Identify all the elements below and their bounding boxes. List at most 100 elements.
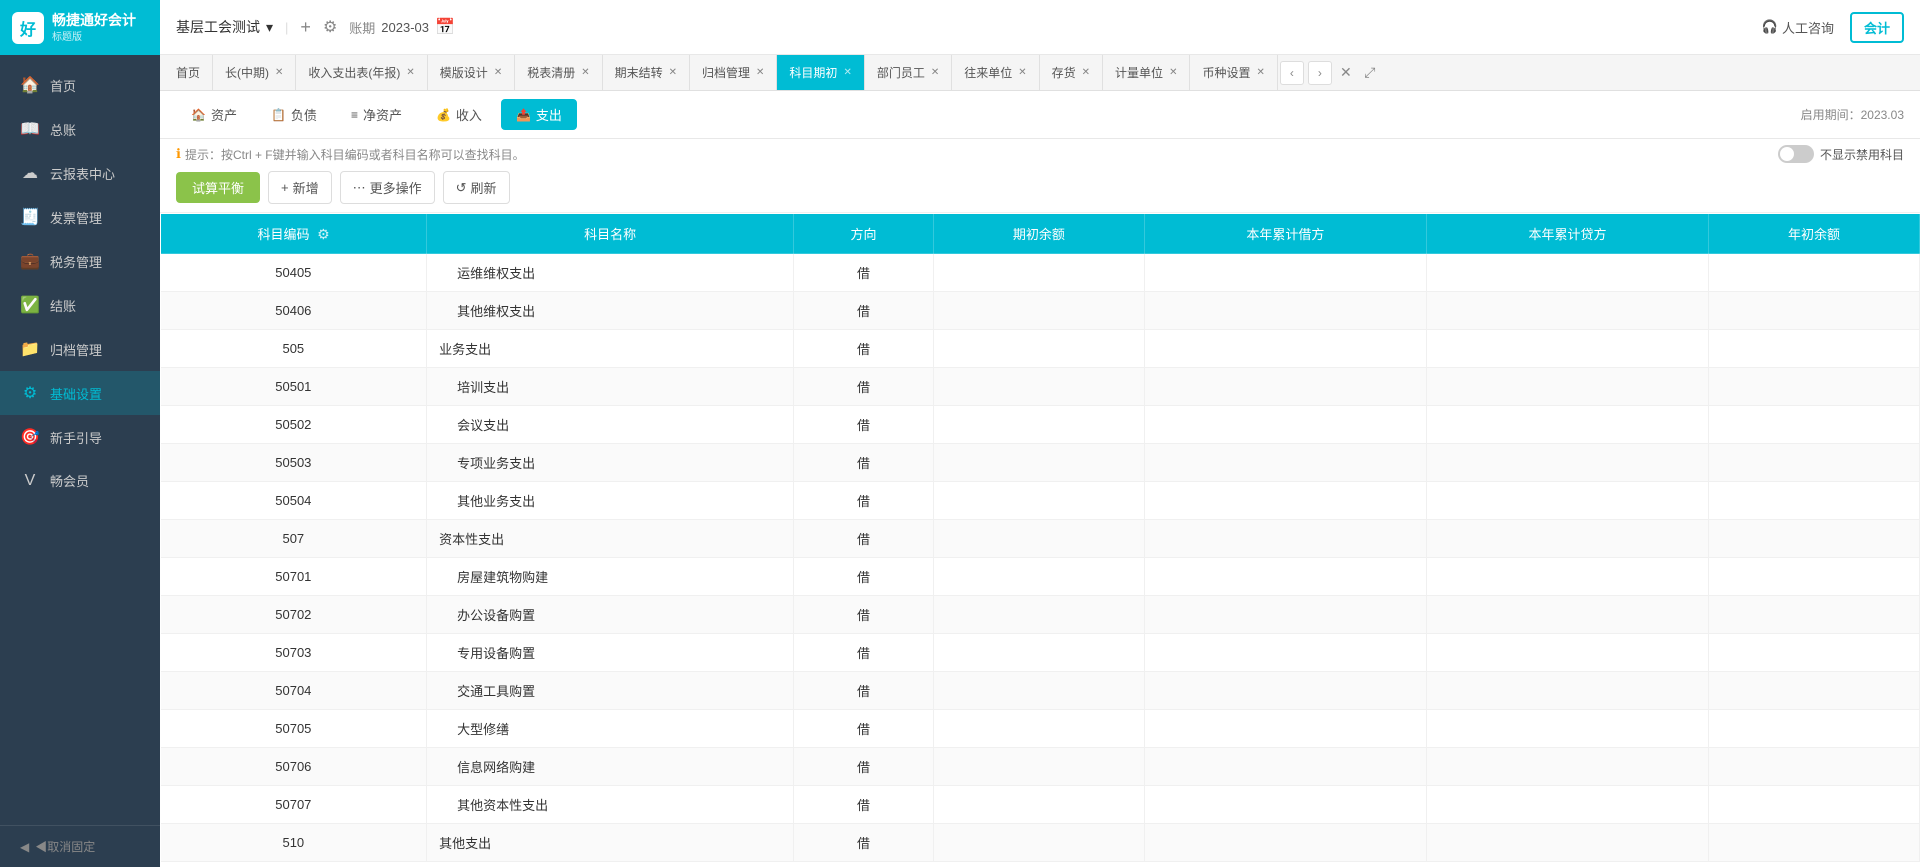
sidebar-item-发票管理[interactable]: 🧾发票管理 bbox=[0, 195, 160, 239]
account-button[interactable]: 会计 bbox=[1850, 12, 1904, 43]
refresh-button[interactable]: ↺ 刷新 bbox=[443, 171, 510, 204]
sidebar-footer[interactable]: ◀ ◀取消固定 bbox=[0, 825, 160, 867]
info-icon: ℹ bbox=[176, 146, 181, 162]
cell-code: 50702 bbox=[161, 596, 427, 634]
cell-year-debit bbox=[1144, 786, 1426, 824]
show-disabled-toggle[interactable] bbox=[1778, 145, 1814, 163]
subtab-净资产[interactable]: ≡净资产 bbox=[336, 99, 417, 130]
table-row[interactable]: 510 其他支出 借 bbox=[161, 824, 1920, 862]
tab-close-icon[interactable]: ✕ bbox=[1018, 67, 1026, 78]
table-header-row: 科目编码 ⚙ 科目名称 方向 期初余额 本年累计借方 本年累计贷方 年初余额 bbox=[161, 214, 1920, 254]
refresh-label: 刷新 bbox=[471, 178, 497, 197]
subtab-收入[interactable]: 💰收入 bbox=[421, 99, 497, 130]
tab-close-icon[interactable]: ✕ bbox=[1082, 67, 1090, 78]
cell-name: 其他维权支出 bbox=[427, 292, 794, 330]
expand-tabs-button[interactable]: ⤢ bbox=[1358, 61, 1382, 85]
cell-name: 资本性支出 bbox=[427, 520, 794, 558]
tab-长(中期)[interactable]: 长(中期)✕ bbox=[213, 55, 296, 91]
calendar-icon[interactable]: 📅 bbox=[435, 17, 455, 37]
tab-close-icon[interactable]: ✕ bbox=[406, 67, 414, 78]
tab-close-icon[interactable]: ✕ bbox=[581, 67, 589, 78]
table-row[interactable]: 50504 其他业务支出 借 bbox=[161, 482, 1920, 520]
content-area: 🏠资产📋负债≡净资产💰收入📤支出启用期间：2023.03 ℹ 提示：按Ctrl … bbox=[160, 91, 1920, 867]
table-row[interactable]: 50503 专项业务支出 借 bbox=[161, 444, 1920, 482]
cell-code: 50705 bbox=[161, 710, 427, 748]
sidebar-item-税务管理[interactable]: 💼税务管理 bbox=[0, 239, 160, 283]
cell-year-balance bbox=[1709, 748, 1920, 786]
table-row[interactable]: 50707 其他资本性支出 借 bbox=[161, 786, 1920, 824]
tab-close-icon[interactable]: ✕ bbox=[756, 67, 764, 78]
project-selector[interactable]: 基层工会测试 ▾ bbox=[176, 17, 273, 37]
tab-归档管理[interactable]: 归档管理✕ bbox=[690, 55, 777, 91]
cell-year-balance bbox=[1709, 596, 1920, 634]
cell-year-balance bbox=[1709, 444, 1920, 482]
subtab-支出[interactable]: 📤支出 bbox=[501, 99, 577, 130]
table-row[interactable]: 50701 房屋建筑物购建 借 bbox=[161, 558, 1920, 596]
table-row[interactable]: 507 资本性支出 借 bbox=[161, 520, 1920, 558]
tab-存货[interactable]: 存货✕ bbox=[1040, 55, 1103, 91]
tab-模版设计[interactable]: 模版设计✕ bbox=[428, 55, 515, 91]
close-all-tabs-button[interactable]: ✕ bbox=[1334, 61, 1358, 85]
tab-close-icon[interactable]: ✕ bbox=[931, 67, 939, 78]
cell-period-balance bbox=[933, 444, 1144, 482]
col-name: 科目名称 bbox=[427, 214, 794, 254]
cell-direction: 借 bbox=[794, 292, 934, 330]
sidebar-item-首页[interactable]: 🏠首页 bbox=[0, 63, 160, 107]
tab-close-icon[interactable]: ✕ bbox=[1256, 67, 1264, 78]
tab-税表清册[interactable]: 税表清册✕ bbox=[515, 55, 602, 91]
table-row[interactable]: 50702 办公设备购置 借 bbox=[161, 596, 1920, 634]
cell-year-credit bbox=[1426, 368, 1708, 406]
app-name: 畅捷通好会计 bbox=[52, 12, 136, 29]
table-row[interactable]: 50705 大型修缮 借 bbox=[161, 710, 1920, 748]
tab-scroll-right[interactable]: › bbox=[1308, 61, 1332, 85]
add-button[interactable]: + 新增 bbox=[268, 171, 332, 204]
cell-direction: 借 bbox=[794, 672, 934, 710]
col-settings-icon[interactable]: ⚙ bbox=[317, 226, 330, 242]
tab-close-icon[interactable]: ✕ bbox=[275, 67, 283, 78]
tab-scroll-left[interactable]: ‹ bbox=[1280, 61, 1304, 85]
nav-icon: V bbox=[20, 472, 40, 490]
tab-收入支出表(年报)[interactable]: 收入支出表(年报)✕ bbox=[296, 55, 427, 91]
tab-close-icon[interactable]: ✕ bbox=[843, 67, 851, 78]
balance-button[interactable]: 试算平衡 bbox=[176, 172, 260, 203]
table-row[interactable]: 50502 会议支出 借 bbox=[161, 406, 1920, 444]
table-row[interactable]: 50405 运维维权支出 借 bbox=[161, 254, 1920, 292]
tab-部门员工[interactable]: 部门员工✕ bbox=[865, 55, 952, 91]
tab-期末结转[interactable]: 期末结转✕ bbox=[603, 55, 690, 91]
table-row[interactable]: 50406 其他维权支出 借 bbox=[161, 292, 1920, 330]
sidebar-item-归档管理[interactable]: 📁归档管理 bbox=[0, 327, 160, 371]
tab-close-icon[interactable]: ✕ bbox=[1169, 67, 1177, 78]
tab-币种设置[interactable]: 币种设置✕ bbox=[1190, 55, 1277, 91]
subtab-负债[interactable]: 📋负债 bbox=[256, 99, 332, 130]
tab-往来单位[interactable]: 往来单位✕ bbox=[952, 55, 1039, 91]
table-row[interactable]: 50704 交通工具购置 借 bbox=[161, 672, 1920, 710]
settings-icon[interactable]: ⚙ bbox=[323, 17, 337, 37]
subtab-label: 资产 bbox=[211, 105, 237, 124]
table-row[interactable]: 505 业务支出 借 bbox=[161, 330, 1920, 368]
sidebar-item-基础设置[interactable]: ⚙基础设置 bbox=[0, 371, 160, 415]
tab-计量单位[interactable]: 计量单位✕ bbox=[1103, 55, 1190, 91]
tab-首页[interactable]: 首页 bbox=[164, 55, 213, 91]
sidebar-item-畅会员[interactable]: V畅会员 bbox=[0, 459, 160, 502]
period-selector[interactable]: 账期 2023-03 📅 bbox=[349, 17, 455, 37]
sidebar-item-总账[interactable]: 📖总账 bbox=[0, 107, 160, 151]
table-row[interactable]: 50501 培训支出 借 bbox=[161, 368, 1920, 406]
table-container[interactable]: 科目编码 ⚙ 科目名称 方向 期初余额 本年累计借方 本年累计贷方 年初余额 5… bbox=[160, 213, 1920, 867]
cell-year-credit bbox=[1426, 482, 1708, 520]
table-row[interactable]: 50706 信息网络购建 借 bbox=[161, 748, 1920, 786]
table-row[interactable]: 50703 专用设备购置 借 bbox=[161, 634, 1920, 672]
tab-close-icon[interactable]: ✕ bbox=[669, 67, 677, 78]
sidebar-item-云报表中心[interactable]: ☁云报表中心 bbox=[0, 151, 160, 195]
add-tab-button[interactable]: + bbox=[300, 17, 311, 38]
tab-close-icon[interactable]: ✕ bbox=[494, 67, 502, 78]
project-dropdown-icon[interactable]: ▾ bbox=[266, 19, 273, 36]
tab-科目期初[interactable]: 科目期初✕ bbox=[777, 55, 864, 91]
help-button[interactable]: 🎧 人工咨询 bbox=[1762, 18, 1834, 37]
sidebar-item-新手引导[interactable]: 🎯新手引导 bbox=[0, 415, 160, 459]
more-button[interactable]: ⋯ 更多操作 bbox=[340, 171, 435, 204]
nav-icon: 🎯 bbox=[20, 427, 40, 447]
toggle-knob bbox=[1780, 147, 1794, 161]
sidebar-item-结账[interactable]: ✅结账 bbox=[0, 283, 160, 327]
subtab-资产[interactable]: 🏠资产 bbox=[176, 99, 252, 130]
topbar-right: 🎧 人工咨询 会计 bbox=[1762, 12, 1904, 43]
